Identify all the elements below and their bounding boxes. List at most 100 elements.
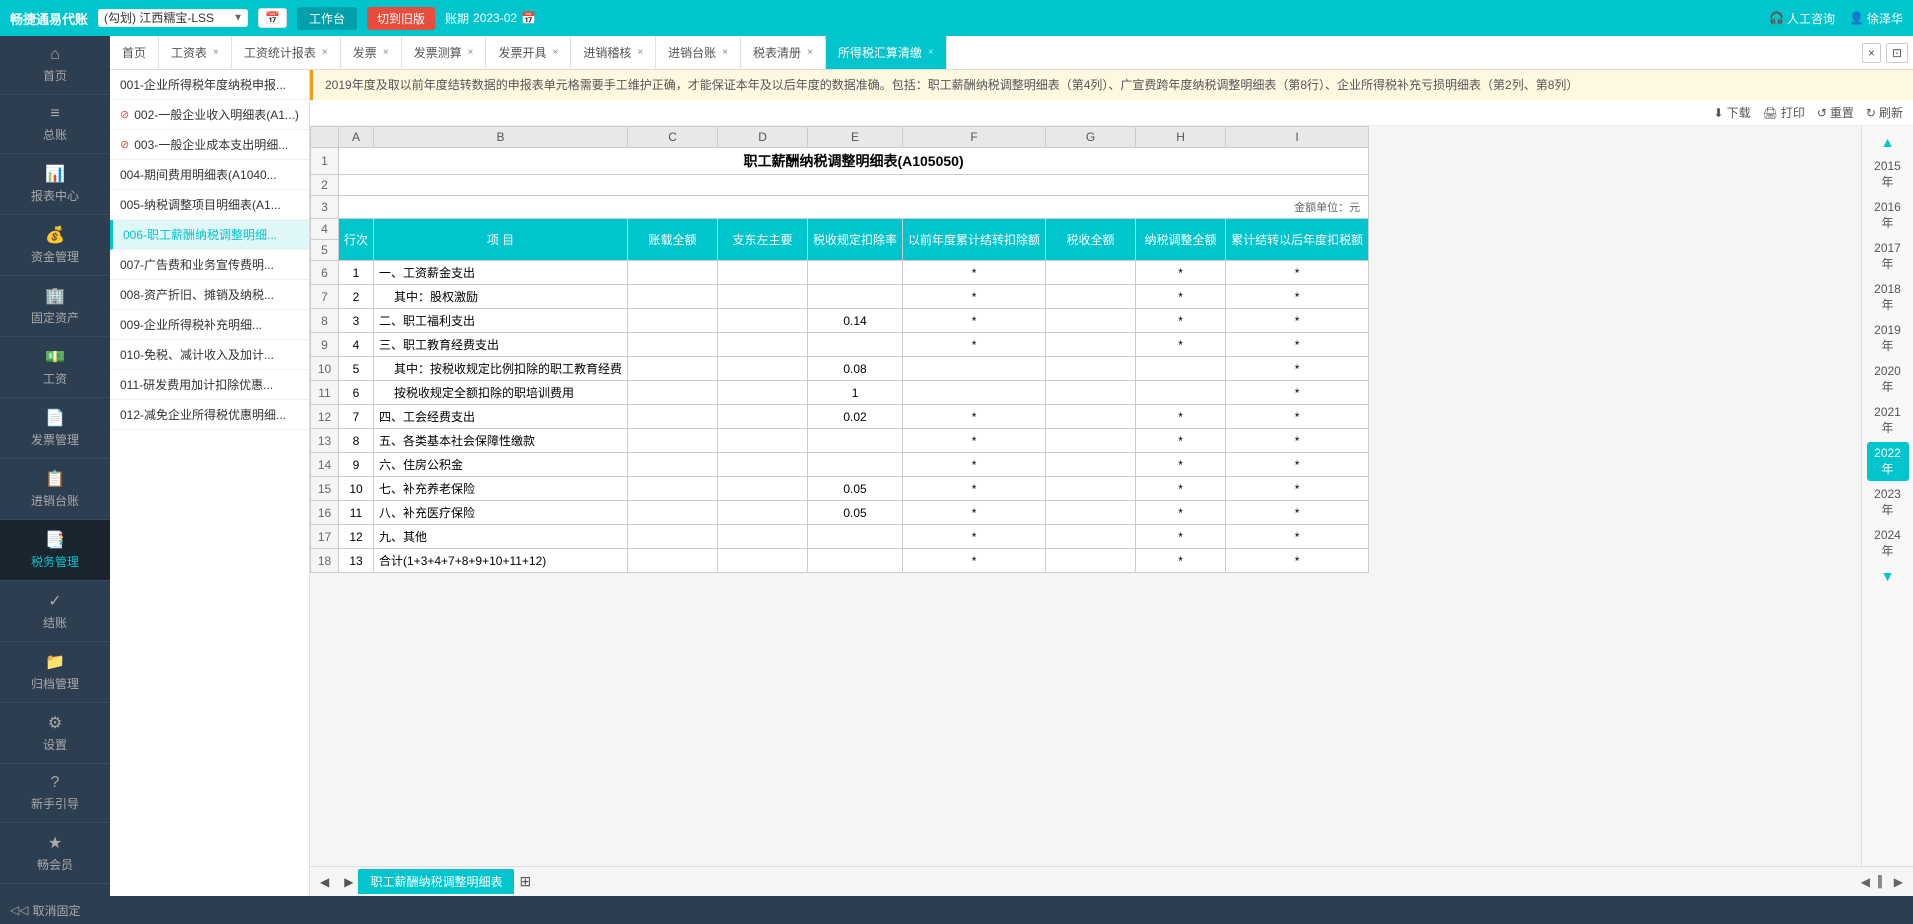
user-menu[interactable]: 👤 徐泽华 [1849, 10, 1903, 27]
print-icon: 🖨 [1763, 106, 1778, 120]
left-item-0[interactable]: 001-企业所得税年度纳税申报... [110, 70, 309, 100]
year-btn-2016[interactable]: 2016年 [1867, 196, 1909, 235]
scroll-left-btn[interactable]: ◀ [315, 873, 334, 891]
sidebar-item-payroll[interactable]: 💵 工资 [0, 337, 110, 398]
invoice-icon: 📄 [45, 408, 65, 428]
year-btn-2022[interactable]: 2022年 [1867, 442, 1909, 481]
print-button[interactable]: 🖨 打印 [1763, 104, 1805, 121]
download-icon: ⬇ [1714, 106, 1724, 120]
year-btn-2018[interactable]: 2018年 [1867, 278, 1909, 317]
left-item-1[interactable]: ⊘ 002-一般企业收入明细表(A1...) [110, 100, 309, 130]
left-item-3[interactable]: 004-期间费用明细表(A1040... [110, 160, 309, 190]
tab-bar-end: × ⊡ [1862, 43, 1913, 63]
tab-payroll-report[interactable]: 工资统计报表 × [232, 36, 341, 70]
year-btn-2020[interactable]: 2020年 [1867, 360, 1909, 399]
tab-close-tax-annual[interactable]: × [928, 47, 934, 58]
sidebar-item-sales-ledger[interactable]: 📋 进销台账 [0, 459, 110, 520]
close-all-tabs-button[interactable]: × [1862, 43, 1881, 63]
year-btn-2021[interactable]: 2021年 [1867, 401, 1909, 440]
tab-close-check[interactable]: × [637, 47, 643, 58]
col-C: C [628, 127, 718, 148]
report-icon: 📊 [45, 164, 65, 184]
tab-home[interactable]: 首页 [110, 36, 159, 70]
sidebar-item-settings[interactable]: ⚙ 设置 [0, 703, 110, 764]
tab-payroll[interactable]: 工资表 × [159, 36, 232, 70]
member-icon: ★ [48, 833, 62, 853]
tab-invoice[interactable]: 发票 × [341, 36, 402, 70]
spreadsheet-scroll[interactable]: A B C D E F G H I [310, 126, 1861, 866]
year-btn-2015[interactable]: 2015年 [1867, 155, 1909, 194]
sheet-tab-payroll[interactable]: 职工薪酬纳税调整明细表 [358, 869, 514, 894]
calendar-icon-btn[interactable]: 📅 [258, 8, 287, 28]
period-info: 账期 2023-02 📅 [445, 10, 536, 27]
left-item-7[interactable]: 008-资产折旧、摊销及纳税... [110, 280, 309, 310]
bottom-tab-bar: ◀ ▶ 职工薪酬纳税调整明细表 ⊞ ◀ ▌ ▶ [310, 866, 1913, 896]
work-bench-button[interactable]: 工作台 [297, 7, 357, 30]
scroll-right-btn[interactable]: ▶ [339, 873, 358, 891]
tab-check[interactable]: 进销稽核 × [571, 36, 656, 70]
user-name: 徐泽华 [1867, 10, 1903, 27]
left-item-6[interactable]: 007-广告费和业务宣传费明... [110, 250, 309, 280]
sidebar-item-report[interactable]: 📊 报表中心 [0, 154, 110, 215]
tab-close-invoice-calc[interactable]: × [468, 47, 474, 58]
tab-invoice-issue[interactable]: 发票开具 × [486, 36, 571, 70]
col-E: E [808, 127, 903, 148]
left-item-5[interactable]: 006-职工薪酬纳税调整明细... [110, 220, 309, 250]
left-item-10[interactable]: 011-研发费用加计扣除优惠... [110, 370, 309, 400]
reset-button[interactable]: ↺ 重置 [1817, 104, 1854, 121]
table-row: 16 11 八、补充医疗保险 0.05 * * [311, 501, 1369, 525]
sidebar-item-member[interactable]: ★ 畅会员 [0, 823, 110, 884]
tab-invoice-calc[interactable]: 发票测算 × [402, 36, 487, 70]
sidebar-item-tax[interactable]: 📑 税务管理 [0, 520, 110, 581]
table-row: 8 3 二、职工福利支出 0.14 * * [311, 309, 1369, 333]
restore-tabs-button[interactable]: ⊡ [1886, 43, 1908, 63]
left-item-label-8: 009-企业所得税补充明细... [120, 316, 262, 333]
add-sheet-button[interactable]: ⊞ [519, 873, 531, 890]
cancel-fix-button[interactable]: ◁◁ 取消固定 [10, 902, 80, 919]
tab-close-tax-table[interactable]: × [807, 47, 813, 58]
company-selector[interactable]: (勾划) 江西糯宝-LSS [98, 9, 248, 27]
year-btn-2024[interactable]: 2024年 [1867, 524, 1909, 563]
download-button[interactable]: ⬇ 下载 [1714, 104, 1751, 121]
footer-bar: ◁◁ 取消固定 [0, 896, 1913, 924]
sidebar-item-ledger[interactable]: ≡ 总账 [0, 95, 110, 154]
tab-tax-annual[interactable]: 所得税汇算清缴 × [826, 36, 947, 70]
sidebar-item-invoice[interactable]: 📄 发票管理 [0, 398, 110, 459]
col-F: F [903, 127, 1046, 148]
left-item-2[interactable]: ⊘ 003-一般企业成本支出明细... [110, 130, 309, 160]
tab-sales[interactable]: 进销台账 × [656, 36, 741, 70]
tab-close-sales[interactable]: × [722, 47, 728, 58]
refresh-button[interactable]: ↻ 刷新 [1866, 104, 1903, 121]
support-button[interactable]: 🎧 人工咨询 [1769, 10, 1835, 27]
col-D: D [718, 127, 808, 148]
year-btn-2023[interactable]: 2023年 [1867, 483, 1909, 522]
col-A: A [339, 127, 374, 148]
year-nav-down[interactable]: ▼ [1878, 565, 1898, 587]
sidebar-item-close[interactable]: ✓ 结账 [0, 581, 110, 642]
scroll-left-icon[interactable]: ◀ [1856, 873, 1875, 891]
year-btn-2017[interactable]: 2017年 [1867, 237, 1909, 276]
tab-close-payroll-report[interactable]: × [322, 47, 328, 58]
company-select[interactable]: (勾划) 江西糯宝-LSS [98, 9, 248, 27]
year-nav-up[interactable]: ▲ [1878, 131, 1898, 153]
tab-close-invoice[interactable]: × [383, 47, 389, 58]
tab-tax-table[interactable]: 税表清册 × [741, 36, 826, 70]
scroll-right-icon[interactable]: ▶ [1889, 873, 1908, 891]
sidebar-item-guide[interactable]: ? 新手引导 [0, 764, 110, 823]
table-row: 9 4 三、职工教育经费支出 * * [311, 333, 1369, 357]
left-item-11[interactable]: 012-减免企业所得税优惠明细... [110, 400, 309, 430]
left-item-4[interactable]: 005-纳税调整项目明细表(A1... [110, 190, 309, 220]
tax-icon: 📑 [45, 530, 65, 550]
sidebar-item-assets[interactable]: 🏢 固定资产 [0, 276, 110, 337]
tab-close-invoice-issue[interactable]: × [552, 47, 558, 58]
old-version-button[interactable]: 切到旧版 [367, 7, 435, 30]
alert-banner: 2019年度及取以前年度结转数据的申报表单元格需要手工维护正确，才能保证本年及以… [310, 70, 1913, 100]
tab-close-payroll[interactable]: × [213, 47, 219, 58]
year-btn-2019[interactable]: 2019年 [1867, 319, 1909, 358]
sidebar-item-fund[interactable]: 💰 资金管理 [0, 215, 110, 276]
left-item-8[interactable]: 009-企业所得税补充明细... [110, 310, 309, 340]
sidebar-item-archive[interactable]: 📁 归档管理 [0, 642, 110, 703]
left-item-9[interactable]: 010-免税、减计收入及加计... [110, 340, 309, 370]
sidebar-item-home[interactable]: ⌂ 首页 [0, 36, 110, 95]
table-row: 10 5 其中：按税收规定比例扣除的职工教育经费 0.08 [311, 357, 1369, 381]
